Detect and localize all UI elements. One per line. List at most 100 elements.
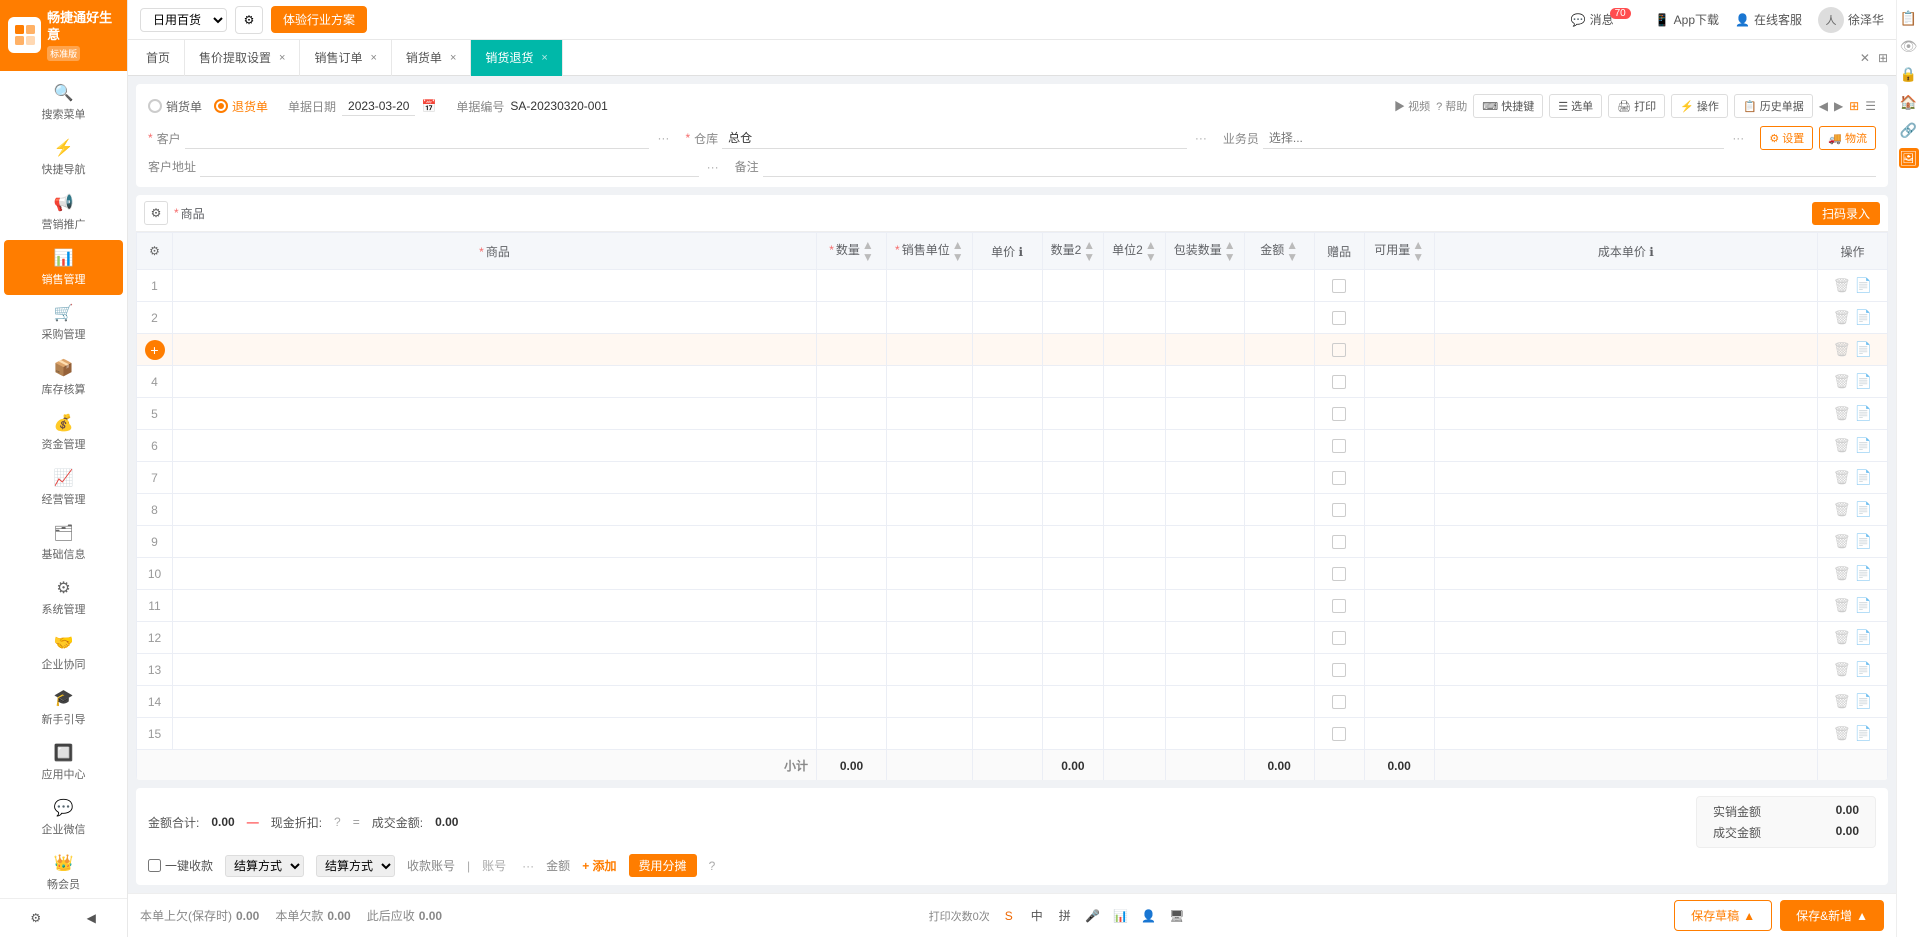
sidebar-settings-icon[interactable]: ⚙: [25, 907, 47, 929]
qty-cell-1[interactable]: [817, 270, 887, 302]
add-row-footer-btn[interactable]: + 添加: [582, 857, 616, 874]
amount-cell-6[interactable]: [1244, 430, 1314, 462]
qty-cell-6[interactable]: [817, 430, 887, 462]
pack-cell-9[interactable]: [1165, 526, 1244, 558]
available-cell-11[interactable]: [1364, 590, 1434, 622]
product-cell-15[interactable]: [173, 718, 817, 750]
tabbar-close-icon[interactable]: ✕: [1860, 51, 1870, 65]
qty2-cell-8[interactable]: [1042, 494, 1104, 526]
amount-cell-9[interactable]: [1244, 526, 1314, 558]
unit-cell-2[interactable]: [887, 302, 973, 334]
unit-cell-6[interactable]: [887, 430, 973, 462]
settings-icon[interactable]: ⚙: [149, 244, 160, 258]
tab-sales-order[interactable]: 销售订单 ×: [300, 40, 391, 76]
sidebar-item-search[interactable]: 🔍 搜索菜单: [0, 75, 127, 130]
gift-cell-8[interactable]: [1314, 494, 1364, 526]
discount-help-icon[interactable]: ?: [334, 815, 341, 829]
sidebar-item-shortcut[interactable]: ⚡ 快捷导航: [0, 130, 127, 185]
qty2-cell-15[interactable]: [1042, 718, 1104, 750]
right-icon-lock[interactable]: 🔒: [1899, 64, 1919, 84]
sidebar-item-finance[interactable]: 💰 资金管理: [0, 405, 127, 460]
gift-cell-14[interactable]: [1314, 686, 1364, 718]
copy-icon-2[interactable]: 📄: [1855, 309, 1872, 326]
sidebar-item-cooperation[interactable]: 🤝 企业协同: [0, 625, 127, 680]
right-icon-eye[interactable]: 👁: [1899, 36, 1919, 56]
sidebar-item-basic[interactable]: 🗂 基础信息: [0, 515, 127, 570]
delete-icon-7[interactable]: 🗑: [1833, 469, 1851, 486]
amount-cell-15[interactable]: [1244, 718, 1314, 750]
pack-cell-6[interactable]: [1165, 430, 1244, 462]
delete-icon-9[interactable]: 🗑: [1833, 533, 1851, 550]
copy-icon-1[interactable]: 📄: [1855, 277, 1872, 294]
amount-cell-4[interactable]: [1244, 366, 1314, 398]
unit2-cell-11[interactable]: [1104, 590, 1166, 622]
product-cell-5[interactable]: [173, 398, 817, 430]
pack-cell-7[interactable]: [1165, 462, 1244, 494]
product-cell-2[interactable]: [173, 302, 817, 334]
cost-cell-12[interactable]: [1434, 622, 1817, 654]
qty-cell-14[interactable]: [817, 686, 887, 718]
available-cell-15[interactable]: [1364, 718, 1434, 750]
app-download-item[interactable]: 📱 App下载: [1655, 11, 1719, 28]
sidebar-item-member[interactable]: 👑 畅会员: [0, 845, 127, 898]
available-cell-3[interactable]: [1364, 334, 1434, 366]
fees-help-icon[interactable]: ?: [709, 859, 716, 873]
copy-icon-14[interactable]: 📄: [1855, 693, 1872, 710]
available-cell-12[interactable]: [1364, 622, 1434, 654]
unit2-cell-4[interactable]: [1104, 366, 1166, 398]
address-more-btn[interactable]: ···: [707, 160, 719, 174]
unit2-cell-10[interactable]: [1104, 558, 1166, 590]
unit2-cell-6[interactable]: [1104, 430, 1166, 462]
available-cell-14[interactable]: [1364, 686, 1434, 718]
copy-icon-9[interactable]: 📄: [1855, 533, 1872, 550]
unit-cell-3[interactable]: [887, 334, 973, 366]
delete-icon-14[interactable]: 🗑: [1833, 693, 1851, 710]
qty2-cell-14[interactable]: [1042, 686, 1104, 718]
print-btn[interactable]: 🖨 打印: [1608, 94, 1665, 118]
qty-cell-9[interactable]: [817, 526, 887, 558]
product-cell-7[interactable]: [173, 462, 817, 494]
pack-cell-10[interactable]: [1165, 558, 1244, 590]
qty2-cell-7[interactable]: [1042, 462, 1104, 494]
input-icon4[interactable]: 📊: [1110, 905, 1132, 927]
note-input[interactable]: [763, 156, 1876, 177]
nav-next-icon[interactable]: ▶: [1834, 99, 1843, 113]
amount-cell-3[interactable]: [1244, 334, 1314, 366]
qty2-cell-12[interactable]: [1042, 622, 1104, 654]
available-cell-2[interactable]: [1364, 302, 1434, 334]
settings-form-btn[interactable]: ⚙ 设置: [1760, 126, 1813, 150]
add-row-btn[interactable]: +: [145, 340, 165, 360]
unit-cell-12[interactable]: [887, 622, 973, 654]
sidebar-item-marketing[interactable]: 📢 营销推广: [0, 185, 127, 240]
delete-icon-6[interactable]: 🗑: [1833, 437, 1851, 454]
tab-sales-order-close[interactable]: ×: [370, 52, 376, 64]
unit2-cell-8[interactable]: [1104, 494, 1166, 526]
unit-cell-9[interactable]: [887, 526, 973, 558]
delete-icon-1[interactable]: 🗑: [1833, 277, 1851, 294]
available-cell-1[interactable]: [1364, 270, 1434, 302]
qty-cell-2[interactable]: [817, 302, 887, 334]
copy-icon-7[interactable]: 📄: [1855, 469, 1872, 486]
unit2-cell-5[interactable]: [1104, 398, 1166, 430]
qty-cell-15[interactable]: [817, 718, 887, 750]
select-single-btn[interactable]: ☰ 选单: [1549, 94, 1602, 118]
unit2-cell-2[interactable]: [1104, 302, 1166, 334]
qty2-cell-6[interactable]: [1042, 430, 1104, 462]
available-cell-8[interactable]: [1364, 494, 1434, 526]
delete-icon-12[interactable]: 🗑: [1833, 629, 1851, 646]
qty2-cell-10[interactable]: [1042, 558, 1104, 590]
industry-select[interactable]: 日用百货: [140, 8, 227, 32]
address-input[interactable]: [200, 156, 699, 177]
gift-checkbox-2[interactable]: [1332, 311, 1346, 325]
tab-sales-return-close[interactable]: ×: [541, 52, 547, 64]
gift-checkbox-6[interactable]: [1332, 439, 1346, 453]
topbar-settings-button[interactable]: ⚙: [235, 6, 263, 34]
delete-icon-13[interactable]: 🗑: [1833, 661, 1851, 678]
input-icon3[interactable]: 🎤: [1082, 905, 1104, 927]
qty-cell-11[interactable]: [817, 590, 887, 622]
qty2-cell-4[interactable]: [1042, 366, 1104, 398]
qty-cell-7[interactable]: [817, 462, 887, 494]
sidebar-item-system[interactable]: ⚙ 系统管理: [0, 570, 127, 625]
unit-cell-1[interactable]: [887, 270, 973, 302]
copy-icon-6[interactable]: 📄: [1855, 437, 1872, 454]
